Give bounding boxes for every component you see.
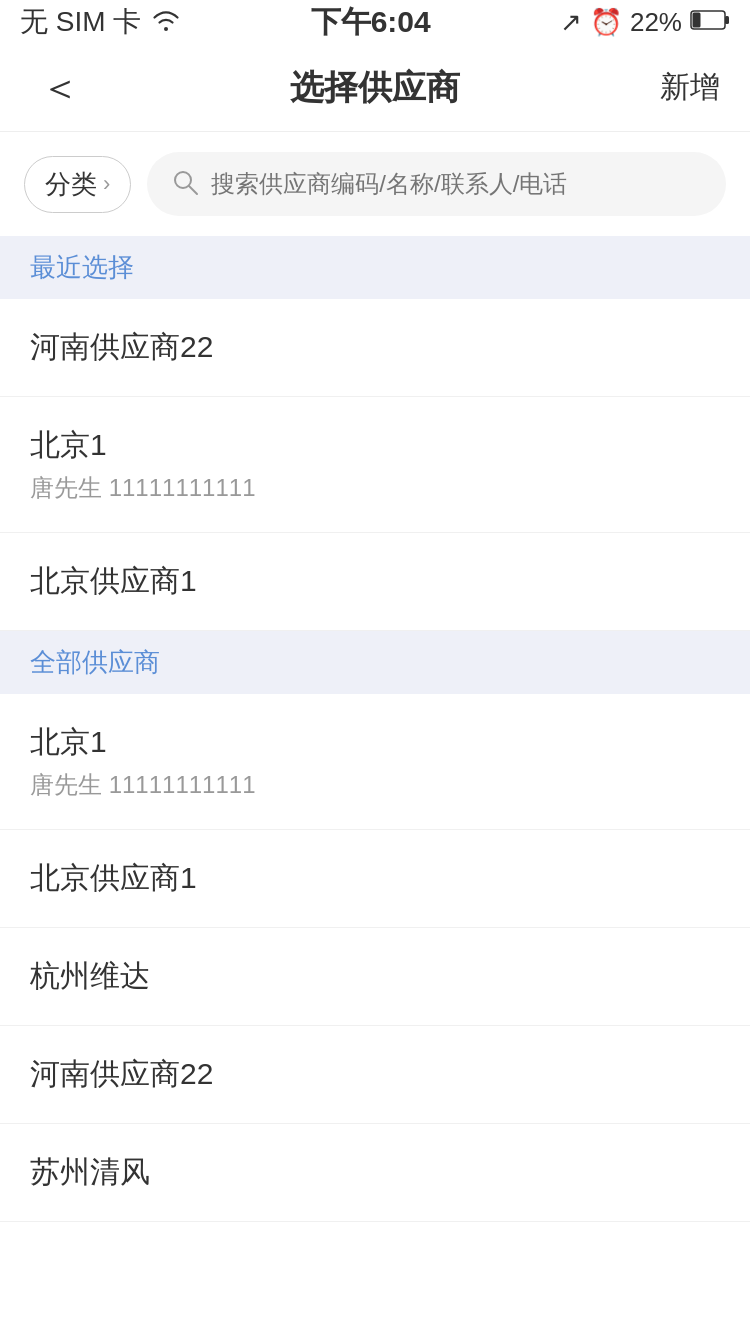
search-icon [171, 168, 199, 200]
filter-row: 分类 › [0, 132, 750, 236]
list-item[interactable]: 北京1 唐先生 11111111111 [0, 694, 750, 830]
list-item[interactable]: 北京供应商1 [0, 533, 750, 631]
alarm-icon: ⏰ [590, 7, 622, 38]
status-right: ↗ ⏰ 22% [560, 7, 730, 38]
item-name: 杭州维达 [30, 956, 720, 997]
recent-list: 河南供应商22 北京1 唐先生 11111111111 北京供应商1 [0, 299, 750, 631]
svg-rect-2 [693, 12, 701, 27]
search-input[interactable] [211, 170, 702, 198]
list-item[interactable]: 河南供应商22 [0, 299, 750, 397]
status-time: 下午6:04 [311, 2, 431, 43]
chevron-right-icon: › [103, 171, 110, 197]
page-title: 选择供应商 [290, 65, 460, 111]
list-item[interactable]: 北京1 唐先生 11111111111 [0, 397, 750, 533]
list-item[interactable]: 苏州清风 [0, 1124, 750, 1222]
svg-line-4 [189, 186, 197, 194]
category-button[interactable]: 分类 › [24, 156, 131, 213]
location-icon: ↗ [560, 7, 582, 38]
item-name: 河南供应商22 [30, 327, 720, 368]
item-sub: 唐先生 11111111111 [30, 769, 720, 801]
recent-section-header: 最近选择 [0, 236, 750, 299]
item-sub: 唐先生 11111111111 [30, 472, 720, 504]
recent-section-label: 最近选择 [30, 252, 134, 282]
add-button[interactable]: 新增 [660, 67, 720, 108]
battery-icon [690, 7, 730, 38]
list-item[interactable]: 杭州维达 [0, 928, 750, 1026]
all-section-header: 全部供应商 [0, 631, 750, 694]
svg-rect-1 [725, 16, 729, 24]
nav-bar: ＜ 选择供应商 新增 [0, 44, 750, 132]
status-left: 无 SIM 卡 [20, 3, 181, 41]
item-name: 北京1 [30, 722, 720, 763]
all-list: 北京1 唐先生 11111111111 北京供应商1 杭州维达河南供应商22 苏州清风 [0, 694, 750, 1222]
item-name: 苏州清风 [30, 1152, 720, 1193]
search-box [147, 152, 726, 216]
list-item[interactable]: 北京供应商1 [0, 830, 750, 928]
category-label: 分类 [45, 167, 97, 202]
item-name: 北京1 [30, 425, 720, 466]
all-section-label: 全部供应商 [30, 647, 160, 677]
item-name: 河南供应商22 [30, 1054, 720, 1095]
wifi-icon [151, 6, 181, 38]
list-item[interactable]: 河南供应商22 [0, 1026, 750, 1124]
item-name: 北京供应商1 [30, 561, 720, 602]
battery-label: 22% [630, 7, 682, 38]
sim-status: 无 SIM 卡 [20, 3, 141, 41]
item-name: 北京供应商1 [30, 858, 720, 899]
status-bar: 无 SIM 卡 下午6:04 ↗ ⏰ 22% [0, 0, 750, 44]
back-button[interactable]: ＜ [30, 50, 90, 125]
